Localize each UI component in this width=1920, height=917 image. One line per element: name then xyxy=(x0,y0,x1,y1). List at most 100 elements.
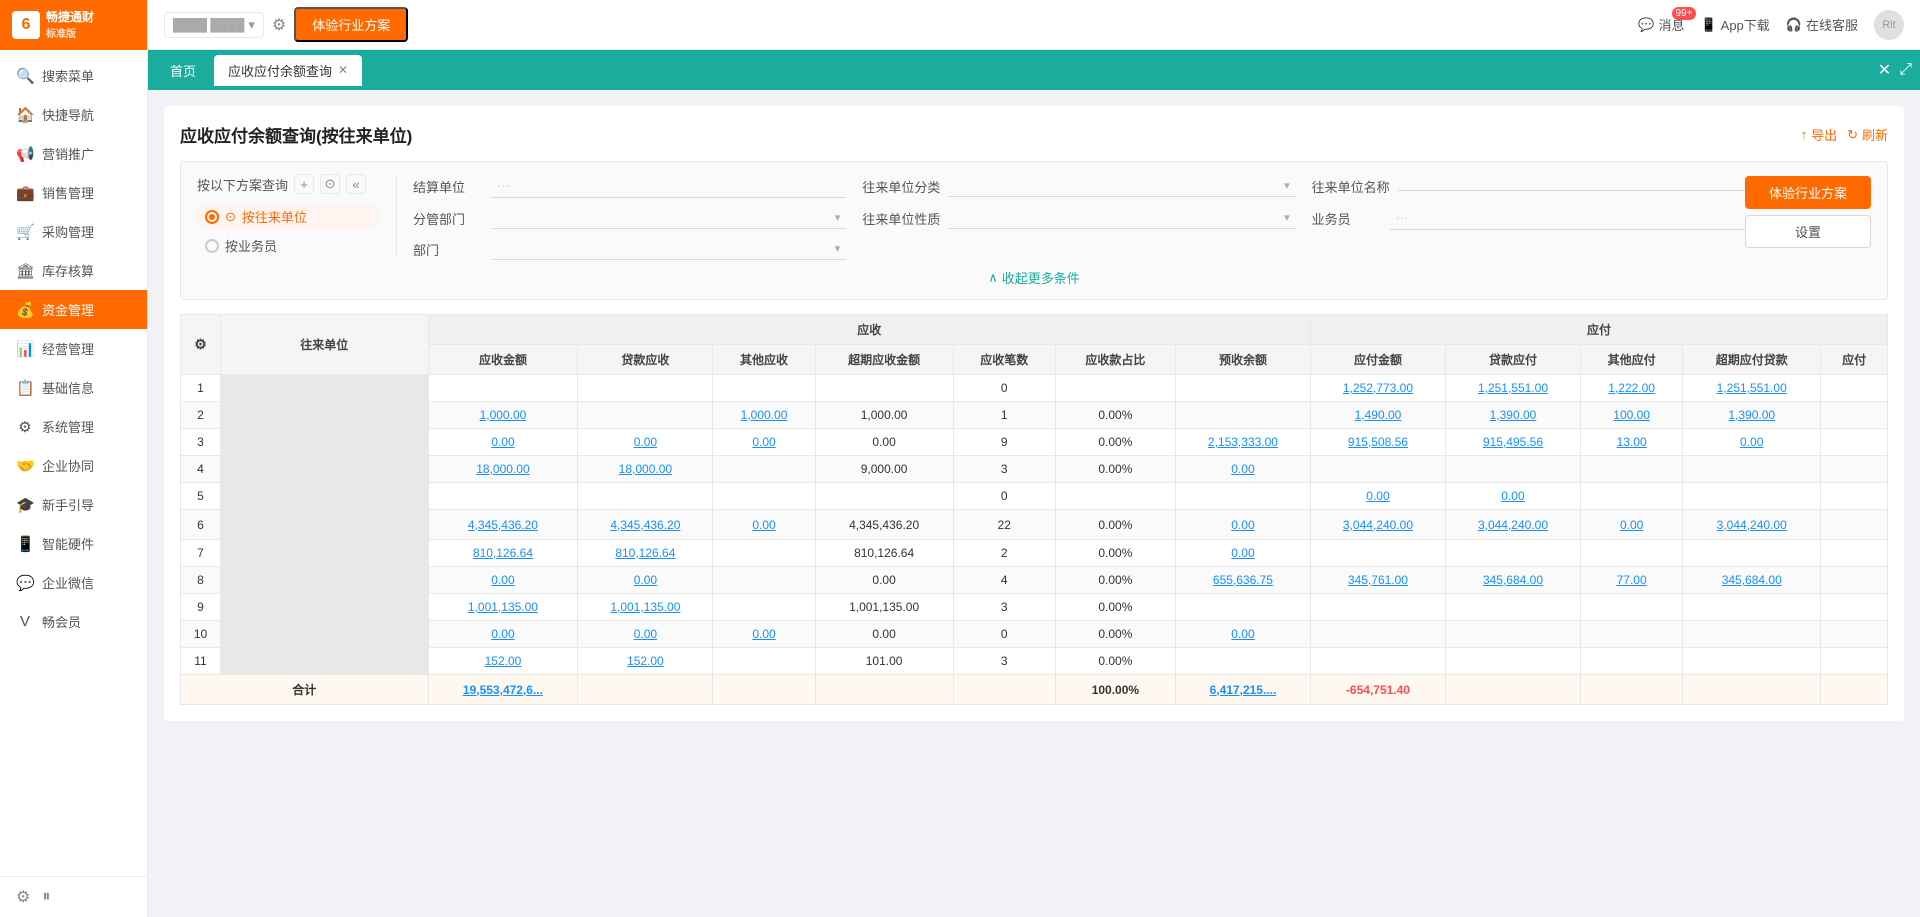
filter-input-name[interactable] xyxy=(1398,182,1745,191)
refresh-button[interactable]: ↻ 刷新 xyxy=(1847,125,1888,144)
table-row: 10████████0.000.000.000.0000.00%0.00 xyxy=(181,621,1888,648)
tab-close-window-icon[interactable]: ✕ xyxy=(1878,60,1891,80)
service-icon: 🎧 xyxy=(1786,17,1802,33)
company-selector[interactable]: ████ ████ ▾ xyxy=(164,12,264,38)
nav-icon-wechat: 💬 xyxy=(16,574,34,592)
sidebar-item-operations[interactable]: 📊经营管理 xyxy=(0,329,147,368)
sidebar-collapse-icon[interactable]: ⏸ xyxy=(42,888,50,906)
filter-collapse-btn[interactable]: « xyxy=(346,174,366,194)
settings-button[interactable]: 设置 xyxy=(1745,215,1871,248)
tab-query[interactable]: 应收应付余额查询 ✕ xyxy=(214,55,362,86)
filter-label-department: 部门 xyxy=(413,240,483,259)
tab-bar: 首页 应收应付余额查询 ✕ ✕ ⤢ xyxy=(148,50,1920,90)
app-download-link[interactable]: 📱 App下载 xyxy=(1700,15,1769,34)
promo-button[interactable]: 体验行业方案 xyxy=(294,7,408,42)
sidebar-item-wechat[interactable]: 💬企业微信 xyxy=(0,563,147,602)
filter-text-unit: 按往来单位 xyxy=(242,207,307,226)
sidebar-nav: 🔍搜索菜单🏠快捷导航📢营销推广💼销售管理🛒采购管理🏛库存核算💰资金管理📊经营管理… xyxy=(0,50,147,876)
sidebar-settings-icon[interactable]: ⚙ xyxy=(16,887,30,907)
nav-label-system: 系统管理 xyxy=(42,417,94,436)
sidebar-item-cooperation[interactable]: 🤝企业协同 xyxy=(0,446,147,485)
col-ar-ratio: 应收款占比 xyxy=(1055,345,1175,375)
sidebar-item-member[interactable]: V畅会员 xyxy=(0,602,147,641)
table-cell-no: 7 xyxy=(181,540,221,567)
sidebar-item-marketing[interactable]: 📢营销推广 xyxy=(0,134,147,173)
topbar: ████ ████ ▾ ⚙ 体验行业方案 💬 消息 99+ 📱 App下载 🎧 … xyxy=(148,0,1920,50)
page-container: 应收应付余额查询(按往来单位) ↑ 导出 ↻ 刷新 按以下方案查询 xyxy=(164,106,1904,721)
filter-dept: 分管部门 ▾ xyxy=(413,207,846,229)
nav-icon-basic-info: 📋 xyxy=(16,379,34,397)
sidebar-item-basic-info[interactable]: 📋 基础信息 xyxy=(0,368,147,407)
topbar-gear-icon[interactable]: ⚙ xyxy=(272,15,286,35)
data-table: ⚙ 往来单位 应收 应付 应收金额 贷款应收 其他应收 超期应收金额 应收笔数 … xyxy=(180,314,1888,705)
filter-select-department[interactable]: ▾ xyxy=(491,238,846,260)
sidebar-item-smart-hw[interactable]: 📱智能硬件 xyxy=(0,524,147,563)
filter-input-settlement[interactable]: ··· xyxy=(491,174,846,198)
page-header: 应收应付余额查询(按往来单位) ↑ 导出 ↻ 刷新 xyxy=(180,122,1888,147)
footer-ar-other xyxy=(713,675,815,705)
filter-radio-staff xyxy=(205,239,219,253)
filter-label-salesperson: 业务员 xyxy=(1312,209,1382,228)
collapse-filter-btn[interactable]: ∧ 收起更多条件 xyxy=(197,268,1871,287)
table-wrapper: ⚙ 往来单位 应收 应付 应收金额 贷款应收 其他应收 超期应收金额 应收笔数 … xyxy=(180,314,1888,705)
table-settings-icon[interactable]: ⚙ xyxy=(181,315,221,375)
nav-label-inventory: 库存核算 xyxy=(42,261,94,280)
footer-ap-overdue xyxy=(1683,675,1821,705)
footer-ap-other xyxy=(1580,675,1682,705)
filter-area: 按以下方案查询 + ⊙ « ⊙ 按往来单位 按业务员 xyxy=(180,161,1888,300)
sidebar-item-inventory[interactable]: 🏛库存核算 xyxy=(0,251,147,290)
message-badge: 99+ xyxy=(1672,7,1697,20)
filter-config-btn[interactable]: ⊙ xyxy=(320,174,340,194)
user-avatar[interactable]: Rit xyxy=(1874,10,1904,40)
tab-home[interactable]: 首页 xyxy=(156,55,210,86)
col-ap-loan: 贷款应付 xyxy=(1445,345,1580,375)
sidebar-item-search-menu[interactable]: 🔍搜索菜单 xyxy=(0,56,147,95)
message-button[interactable]: 💬 消息 99+ xyxy=(1638,15,1684,34)
filter-input-salesperson[interactable]: ··· xyxy=(1390,206,1745,230)
nav-label-basic-info: 基础信息 xyxy=(42,378,94,397)
table-cell-no: 4 xyxy=(181,456,221,483)
tab-close-icon[interactable]: ✕ xyxy=(338,63,348,77)
tab-expand-icon[interactable]: ⤢ xyxy=(1899,61,1912,79)
filter-text-staff: 按业务员 xyxy=(225,236,277,255)
message-icon: 💬 xyxy=(1638,17,1654,33)
table-cell-unit: ████████ xyxy=(221,456,429,483)
col-ar-amount: 应收金额 xyxy=(428,345,578,375)
sidebar-logo: 6 畅捷通财 标准版 xyxy=(0,0,147,50)
query-button[interactable]: 体验行业方案 xyxy=(1745,176,1871,209)
table-row: 7████████810,126.64810,126.64810,126.642… xyxy=(181,540,1888,567)
nav-label-guide: 新手引导 xyxy=(42,495,94,514)
filter-option-by-staff[interactable]: 按业务员 xyxy=(197,233,380,258)
filter-option-by-unit[interactable]: ⊙ 按往来单位 xyxy=(197,204,380,229)
sidebar-item-quick-nav[interactable]: 🏠快捷导航 xyxy=(0,95,147,134)
filter-select-dept[interactable]: ▾ xyxy=(491,207,846,229)
col-ar-count: 应收笔数 xyxy=(953,345,1055,375)
logo-sub: 标准版 xyxy=(46,25,94,40)
sidebar-item-guide[interactable]: 🎓新手引导 xyxy=(0,485,147,524)
sidebar-item-finance[interactable]: 💰资金管理 xyxy=(0,290,147,329)
nav-icon-quick-nav: 🏠 xyxy=(16,106,34,124)
nav-icon-system: ⚙ xyxy=(16,418,34,436)
table-cell-unit: ████████ xyxy=(221,648,429,675)
nav-label-purchase: 采购管理 xyxy=(42,222,94,241)
service-link[interactable]: 🎧 在线客服 xyxy=(1786,15,1858,34)
nav-icon-operations: 📊 xyxy=(16,340,34,358)
col-ap-overdue: 超期应付贷款 xyxy=(1683,345,1821,375)
sidebar-item-system[interactable]: ⚙ 系统管理 xyxy=(0,407,147,446)
filter-unit-name: 往来单位名称 xyxy=(1312,177,1745,196)
filter-label-nature: 往来单位性质 xyxy=(862,209,940,228)
filter-select-category[interactable]: ▾ xyxy=(948,175,1295,197)
sidebar-item-purchase[interactable]: 🛒采购管理 xyxy=(0,212,147,251)
table-cell-unit: ████████ xyxy=(221,483,429,510)
filter-add-btn[interactable]: + xyxy=(294,174,314,194)
export-button[interactable]: ↑ 导出 xyxy=(1801,125,1838,144)
table-cell-no: 2 xyxy=(181,402,221,429)
footer-prepay[interactable]: 6,417,215.... xyxy=(1175,675,1310,705)
table-row: 8P0.000.000.0040.00%655,636.75345,761.00… xyxy=(181,567,1888,594)
company-dropdown-icon: ▾ xyxy=(248,17,255,33)
sidebar-item-sales[interactable]: 💼销售管理 xyxy=(0,173,147,212)
app-label: App下载 xyxy=(1721,15,1770,34)
footer-ar-amount[interactable]: 19,553,472,6... xyxy=(428,675,578,705)
filter-select-nature[interactable]: ▾ xyxy=(948,207,1295,229)
table-row: 1████████01,252,773.001,251,551.001,222.… xyxy=(181,375,1888,402)
